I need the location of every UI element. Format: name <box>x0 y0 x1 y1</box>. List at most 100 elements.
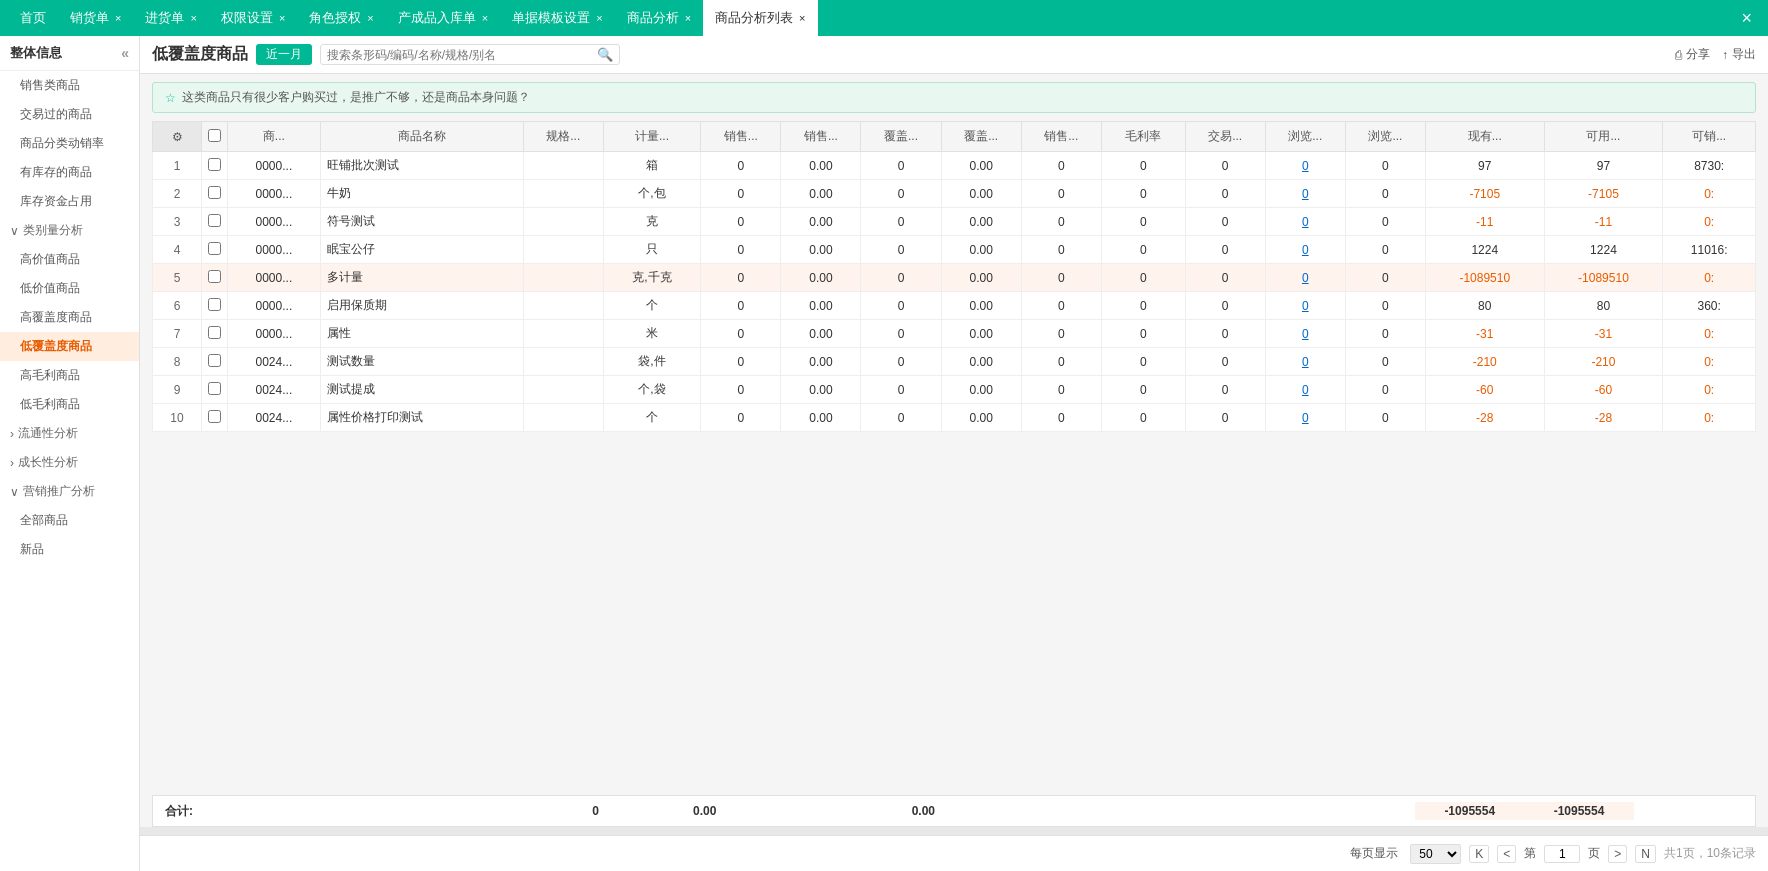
row-browse-link[interactable]: 0 <box>1265 320 1345 348</box>
sidebar: 整体信息 « 销售类商品 交易过的商品 商品分类动销率 有库存的商品 库存资金占… <box>0 36 140 871</box>
sidebar-item-category-rate[interactable]: 商品分类动销率 <box>0 129 139 158</box>
per-page-select[interactable]: 50 20 100 <box>1410 844 1461 864</box>
column-settings[interactable]: ⚙ <box>153 122 202 152</box>
close-icon[interactable]: × <box>279 12 285 24</box>
sidebar-item-low-margin[interactable]: 低毛利商品 <box>0 390 139 419</box>
row-unit: 个,包 <box>603 180 700 208</box>
footer-label: 合计: <box>165 803 193 820</box>
date-filter-button[interactable]: 近一月 <box>256 44 312 65</box>
row-browse-link[interactable]: 0 <box>1265 292 1345 320</box>
row-checkbox[interactable] <box>208 186 221 199</box>
nav-permissions[interactable]: 权限设置 × <box>209 0 297 36</box>
row-browse-link[interactable]: 0 <box>1265 404 1345 432</box>
row-name: 属性价格打印测试 <box>320 404 523 432</box>
last-page-button[interactable]: N <box>1635 845 1656 863</box>
close-icon[interactable]: × <box>482 12 488 24</box>
sidebar-item-stock-capital[interactable]: 库存资金占用 <box>0 187 139 216</box>
row-sales-amt: 0.00 <box>781 236 861 264</box>
row-num: 6 <box>153 292 202 320</box>
row-sales-order: 0 <box>1021 320 1101 348</box>
row-name: 属性 <box>320 320 523 348</box>
row-gross-rate: 0 <box>1101 320 1185 348</box>
first-page-button[interactable]: K <box>1469 845 1489 863</box>
nav-role-auth[interactable]: 角色授权 × <box>297 0 385 36</box>
row-cover-rate: 0.00 <box>941 208 1021 236</box>
close-icon[interactable]: × <box>799 12 805 24</box>
row-checkbox[interactable] <box>208 270 221 283</box>
column-stock-avail: 可用... <box>1544 122 1663 152</box>
prev-page-button[interactable]: < <box>1497 845 1516 863</box>
header-actions: ⎙ 分享 ↑ 导出 <box>1675 46 1756 63</box>
row-checkbox[interactable] <box>208 298 221 311</box>
sidebar-item-stocked-goods[interactable]: 有库存的商品 <box>0 158 139 187</box>
sidebar-collapse-button[interactable]: « <box>121 45 129 61</box>
row-sales-amt: 0.00 <box>781 376 861 404</box>
row-checkbox[interactable] <box>208 214 221 227</box>
row-checkbox[interactable] <box>208 242 221 255</box>
nav-purchase-order[interactable]: 进货单 × <box>133 0 208 36</box>
next-page-button[interactable]: > <box>1608 845 1627 863</box>
search-icon: 🔍 <box>597 47 613 62</box>
row-cover-cnt: 0 <box>861 404 941 432</box>
nav-home[interactable]: 首页 <box>8 0 58 36</box>
sidebar-item-all-goods[interactable]: 全部商品 <box>0 506 139 535</box>
row-name: 测试数量 <box>320 348 523 376</box>
sidebar-group-growth[interactable]: › 成长性分析 <box>0 448 139 477</box>
row-gross-rate: 0 <box>1101 292 1185 320</box>
sidebar-item-low-coverage[interactable]: 低覆盖度商品 <box>0 332 139 361</box>
sidebar-group-circulation[interactable]: › 流通性分析 <box>0 419 139 448</box>
close-icon[interactable]: × <box>596 12 602 24</box>
nav-template-settings[interactable]: 单据模板设置 × <box>500 0 614 36</box>
page-input[interactable] <box>1544 845 1580 863</box>
row-cover-rate: 0.00 <box>941 376 1021 404</box>
close-icon[interactable]: × <box>685 12 691 24</box>
export-button[interactable]: ↑ 导出 <box>1722 46 1756 63</box>
row-browse-link[interactable]: 0 <box>1265 208 1345 236</box>
row-unit: 只 <box>603 236 700 264</box>
nav-product-analysis[interactable]: 商品分析 × <box>615 0 703 36</box>
close-icon[interactable]: × <box>367 12 373 24</box>
sidebar-group-category-analysis[interactable]: ∨ 类别量分析 <box>0 216 139 245</box>
row-num: 3 <box>153 208 202 236</box>
row-browse-link[interactable]: 0 <box>1265 264 1345 292</box>
nav-product-warehouse[interactable]: 产成品入库单 × <box>386 0 500 36</box>
sidebar-item-high-value[interactable]: 高价值商品 <box>0 245 139 274</box>
row-sales-amt: 0.00 <box>781 208 861 236</box>
row-checkbox[interactable] <box>208 382 221 395</box>
row-browse-link[interactable]: 0 <box>1265 236 1345 264</box>
search-input[interactable] <box>327 48 597 62</box>
nav-sales-order[interactable]: 销货单 × <box>58 0 133 36</box>
sidebar-item-high-coverage[interactable]: 高覆盖度商品 <box>0 303 139 332</box>
row-browse-link[interactable]: 0 <box>1265 152 1345 180</box>
row-sales-qty: 0 <box>701 348 781 376</box>
close-icon[interactable]: × <box>190 12 196 24</box>
share-button[interactable]: ⎙ 分享 <box>1675 46 1710 63</box>
row-browse-link[interactable]: 0 <box>1265 180 1345 208</box>
sidebar-group-marketing[interactable]: ∨ 营销推广分析 <box>0 477 139 506</box>
nav-product-analysis-list[interactable]: 商品分析列表 × <box>703 0 817 36</box>
row-cover-rate: 0.00 <box>941 348 1021 376</box>
scrollbar[interactable] <box>140 827 1768 835</box>
sidebar-item-traded-goods[interactable]: 交易过的商品 <box>0 100 139 129</box>
row-browse-link[interactable]: 0 <box>1265 376 1345 404</box>
select-all-checkbox[interactable] <box>208 129 221 142</box>
sidebar-item-new-goods[interactable]: 新品 <box>0 535 139 564</box>
close-icon[interactable]: × <box>115 12 121 24</box>
row-checkbox[interactable] <box>208 326 221 339</box>
row-browse-link[interactable]: 0 <box>1265 348 1345 376</box>
row-checkbox[interactable] <box>208 354 221 367</box>
row-stock-sell: 0: <box>1663 208 1756 236</box>
row-checkbox[interactable] <box>208 410 221 423</box>
chevron-right-icon: › <box>10 427 14 441</box>
close-all-tabs[interactable]: × <box>1733 8 1760 29</box>
row-stock-cur: -28 <box>1425 404 1544 432</box>
sidebar-item-sales-goods[interactable]: 销售类商品 <box>0 71 139 100</box>
row-checkbox[interactable] <box>208 158 221 171</box>
row-trade-cnt: 0 <box>1185 236 1265 264</box>
row-cover-cnt: 0 <box>861 180 941 208</box>
data-table: ⚙ 商... 商品名称 规格... 计量... 销售... 销售... 覆盖..… <box>152 121 1756 432</box>
sidebar-item-low-value[interactable]: 低价值商品 <box>0 274 139 303</box>
row-code: 0000... <box>228 236 321 264</box>
row-sales-order: 0 <box>1021 376 1101 404</box>
sidebar-item-high-margin[interactable]: 高毛利商品 <box>0 361 139 390</box>
